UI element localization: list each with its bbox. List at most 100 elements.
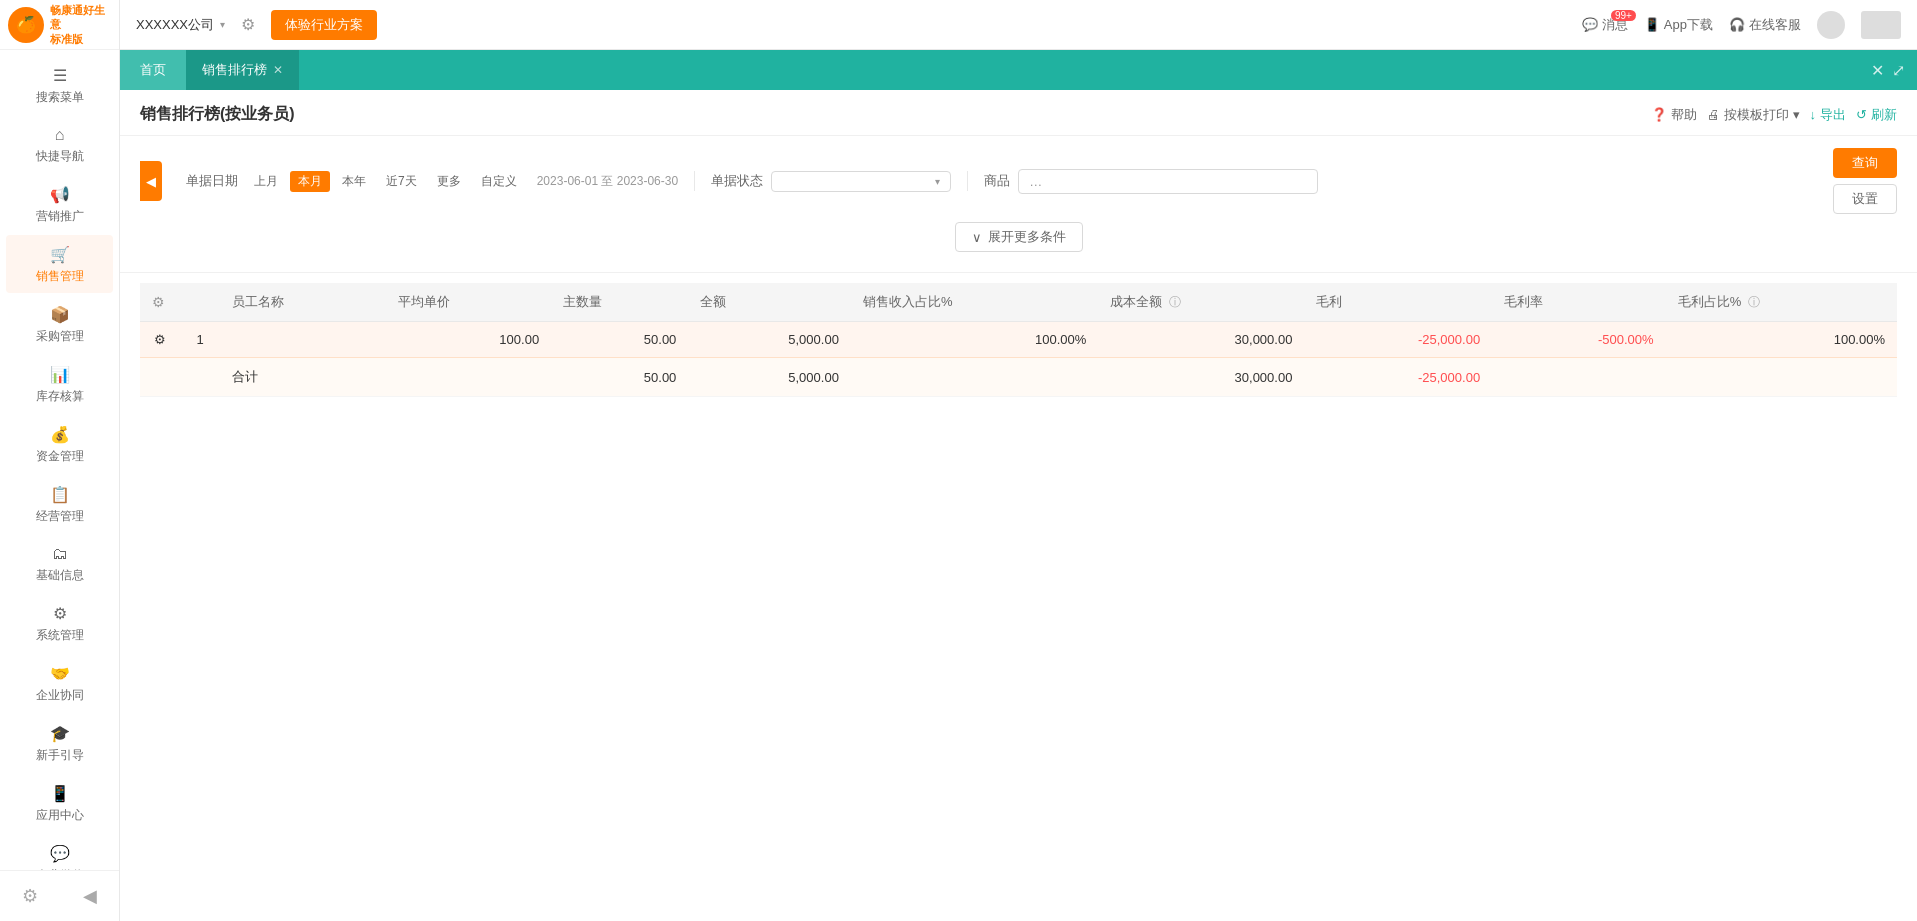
row-amount: 5,000.00 [688, 322, 851, 358]
nav-label-cooperation: 企业协同 [36, 687, 84, 704]
sidebar-item-finance[interactable]: 💰资金管理 [6, 415, 113, 473]
col-header-gross-pct: 毛利占比% ⓘ [1666, 283, 1897, 322]
tab-close-icon[interactable]: ✕ [273, 63, 283, 77]
topbar-settings-icon[interactable]: ⚙ [241, 15, 255, 34]
nav-label-search-order: 搜索菜单 [36, 89, 84, 106]
status-select[interactable]: ▾ [771, 171, 951, 192]
date-tab-last-month[interactable]: 上月 [246, 171, 286, 192]
sidebar-item-inventory[interactable]: 📊库存核算 [6, 355, 113, 413]
logo-text: 畅康通好生意 标准版 [50, 3, 111, 46]
settings-small-button[interactable]: 设置 [1833, 184, 1897, 214]
nav-icon-quick-nav: ⌂ [55, 126, 65, 144]
sidebar-item-system[interactable]: ⚙ 系统管理 [6, 594, 113, 652]
table-container: ⚙ 员工名称 平均单价 主数量 全额 销售收入占比% 成本全额 ⓘ [120, 283, 1917, 417]
company-name: XXXXXX公司 [136, 16, 214, 34]
expand-more-button[interactable]: ∨ 展开更多条件 [955, 222, 1083, 252]
row-settings[interactable]: ⚙ [140, 322, 180, 358]
row-gross-pct: 100.00% [1666, 322, 1897, 358]
nav-label-sales: 销售管理 [36, 268, 84, 285]
status-filter-label: 单据状态 [711, 172, 763, 190]
online-service-link[interactable]: 🎧 在线客服 [1729, 16, 1801, 34]
nav-icon-wechat: 💬 [50, 844, 70, 863]
footer-empty-1 [140, 358, 180, 397]
cost-help-icon[interactable]: ⓘ [1169, 295, 1181, 309]
trial-button[interactable]: 体验行业方案 [271, 10, 377, 40]
date-tab-more[interactable]: 更多 [429, 171, 469, 192]
nav-icon-cooperation: 🤝 [50, 664, 70, 683]
sidebar-item-app-center[interactable]: 📱应用中心 [6, 774, 113, 832]
nav-label-finance: 资金管理 [36, 448, 84, 465]
date-filter: 单据日期 上月 本月 本年 近7天 更多 自定义 2023-06-01 至 20… [186, 171, 678, 192]
nav-label-quick-nav: 快捷导航 [36, 148, 84, 165]
help-button[interactable]: ❓ 帮助 [1651, 106, 1697, 124]
app-download-label: App下载 [1664, 16, 1713, 34]
date-tab-custom[interactable]: 自定义 [473, 171, 525, 192]
product-select[interactable]: … [1018, 169, 1318, 194]
query-button[interactable]: 查询 [1833, 148, 1897, 178]
user-avatar[interactable] [1817, 11, 1845, 39]
company-dropdown-arrow: ▾ [220, 19, 225, 30]
nav-label-inventory: 库存核算 [36, 388, 84, 405]
expand-more-row: ∨ 展开更多条件 [140, 214, 1897, 260]
gross-pct-help-icon[interactable]: ⓘ [1748, 295, 1760, 309]
sidebar-item-search-order[interactable]: ☰ 搜索菜单 [6, 56, 113, 114]
filter-collapse-button[interactable]: ◀ [140, 161, 162, 201]
online-service-label: 在线客服 [1749, 16, 1801, 34]
tab-minimize-icon[interactable]: ✕ [1871, 61, 1884, 80]
nav-icon-guide: 🎓 [50, 724, 70, 743]
sidebar-item-base-info[interactable]: 🗂基础信息 [6, 535, 113, 592]
sidebar-collapse-icon[interactable]: ◀ [75, 881, 105, 911]
message-button[interactable]: 💬 消息 99+ [1582, 16, 1628, 34]
product-filter: 商品 … [984, 169, 1318, 194]
sidebar-item-cooperation[interactable]: 🤝 企业协同 [6, 654, 113, 712]
col-settings-icon[interactable]: ⚙ [152, 294, 165, 310]
tab-sales-rank[interactable]: 销售排行榜 ✕ [186, 50, 299, 90]
table-header-row: ⚙ 员工名称 平均单价 主数量 全额 销售收入占比% 成本全额 ⓘ [140, 283, 1897, 322]
col-header-gross-rate: 毛利率 [1492, 283, 1666, 322]
sidebar-item-operations[interactable]: 📋经营管理 [6, 475, 113, 533]
footer-gross: -25,000.00 [1304, 358, 1492, 397]
date-tab-this-year[interactable]: 本年 [334, 171, 374, 192]
export-label: 导出 [1820, 106, 1846, 124]
sidebar-item-guide[interactable]: 🎓新手引导 [6, 714, 113, 772]
date-range-display: 2023-06-01 至 2023-06-30 [537, 173, 678, 190]
nav-icon-base-info: 🗂 [52, 545, 68, 563]
print-arrow-icon[interactable]: ▾ [1793, 107, 1800, 122]
sidebar-item-quick-nav[interactable]: ⌂ 快捷导航 [6, 116, 113, 173]
print-label: 按模板打印 [1724, 106, 1789, 124]
col-header-gross: 毛利 [1304, 283, 1492, 322]
export-button[interactable]: ↓ 导出 [1810, 106, 1847, 124]
col-header-settings[interactable]: ⚙ [140, 283, 180, 322]
tab-spacer [299, 50, 1859, 90]
tab-home[interactable]: 首页 [120, 50, 186, 90]
sidebar-item-sales[interactable]: 🛒 销售管理 [6, 235, 113, 293]
sidebar-item-purchase[interactable]: 📦采购管理 [6, 295, 113, 353]
message-icon: 💬 [1582, 17, 1598, 32]
col-header-rank [180, 283, 220, 322]
table-row: ⚙ 1 100.00 50.00 5,000.00 100.00% 30,000… [140, 322, 1897, 358]
date-tab-7days[interactable]: 近7天 [378, 171, 425, 192]
row-qty: 50.00 [551, 322, 688, 358]
print-button[interactable]: 🖨 按模板打印 ▾ [1707, 106, 1800, 124]
tab-maximize-icon[interactable]: ⤢ [1892, 61, 1905, 80]
col-header-avg-price: 平均单价 [386, 283, 552, 322]
nav-icon-system: ⚙ [53, 604, 67, 623]
sidebar-item-marketing[interactable]: 📢营销推广 [6, 175, 113, 233]
row-avg-price: 100.00 [386, 322, 552, 358]
footer-label: 合计 [220, 358, 386, 397]
refresh-icon: ↺ [1856, 107, 1867, 122]
company-selector[interactable]: XXXXXX公司 ▾ [136, 16, 225, 34]
footer-empty-3 [386, 358, 552, 397]
nav-label-system: 系统管理 [36, 627, 84, 644]
date-tab-this-month[interactable]: 本月 [290, 171, 330, 192]
nav-icon-sales: 🛒 [50, 245, 70, 264]
refresh-button[interactable]: ↺ 刷新 [1856, 106, 1897, 124]
sidebar-item-wechat[interactable]: 💬企业微信 [6, 834, 113, 870]
app-download-link[interactable]: 📱 App下载 [1644, 16, 1713, 34]
filter-divider-2 [967, 171, 968, 191]
user-name-placeholder[interactable] [1861, 11, 1901, 39]
date-filter-label: 单据日期 [186, 172, 238, 190]
sidebar-settings-icon[interactable]: ⚙ [14, 881, 46, 911]
nav-icon-search-order: ☰ [53, 66, 67, 85]
date-tabs: 上月 本月 本年 近7天 更多 自定义 [246, 171, 525, 192]
